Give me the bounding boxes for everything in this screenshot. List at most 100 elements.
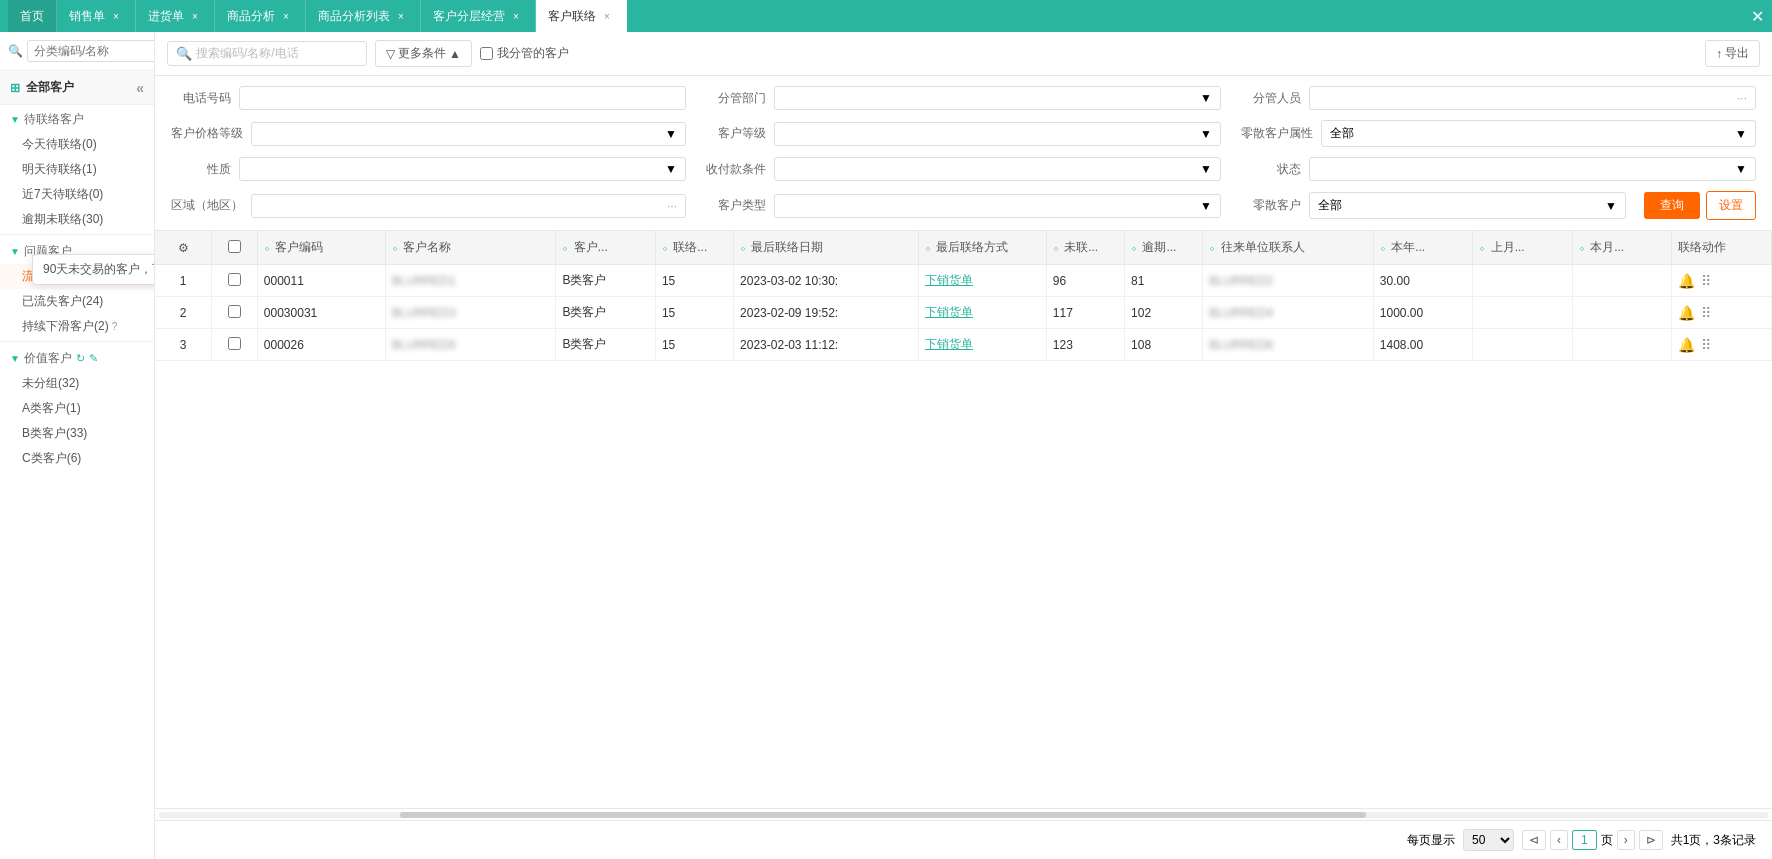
tab-customer-segment[interactable]: 客户分层经营 × bbox=[421, 0, 536, 32]
tab-customer-contact[interactable]: 客户联络 × bbox=[536, 0, 627, 32]
action-more-icon[interactable]: ⠿ bbox=[1701, 305, 1711, 321]
col-not-contacted[interactable]: ⬦ 未联... bbox=[1046, 231, 1124, 265]
prev-page-btn[interactable]: ‹ bbox=[1550, 830, 1568, 850]
scrollbar-thumb[interactable] bbox=[400, 812, 1365, 818]
sidebar-item-7days-pending[interactable]: 近7天待联络(0) bbox=[0, 182, 154, 207]
col-name[interactable]: ⬦ 客户名称 bbox=[385, 231, 556, 265]
col-last-date[interactable]: ⬦ 最后联络日期 bbox=[734, 231, 919, 265]
filter-status-select[interactable]: ▼ bbox=[1309, 157, 1756, 181]
per-page-select[interactable]: 50 100 200 bbox=[1463, 829, 1514, 851]
filter-region-select[interactable]: ··· bbox=[251, 194, 686, 218]
select-all-checkbox[interactable] bbox=[228, 240, 241, 253]
filter-payment-select[interactable]: ▼ bbox=[774, 157, 1221, 181]
tab-analysis-list-close[interactable]: × bbox=[394, 9, 408, 23]
col-overdue[interactable]: ⬦ 逾期... bbox=[1125, 231, 1203, 265]
filter-customer-level-select[interactable]: ▼ bbox=[774, 122, 1221, 146]
filter-scatter-attr-select[interactable]: 全部 ▼ bbox=[1321, 120, 1756, 147]
col-person[interactable]: ⬦ 往来单位联系人 bbox=[1203, 231, 1374, 265]
tab-analysis[interactable]: 商品分析 × bbox=[215, 0, 306, 32]
filter-phone-input[interactable] bbox=[239, 86, 686, 110]
col-settings[interactable]: ⚙ bbox=[155, 231, 212, 265]
col-last-month[interactable]: ⬦ 上月... bbox=[1473, 231, 1573, 265]
more-conditions-btn[interactable]: ▽ 更多条件 ▲ bbox=[375, 40, 472, 67]
sidebar-section-pending[interactable]: ▼ 待联络客户 bbox=[0, 105, 154, 132]
cell-last-way[interactable]: 下销货单 bbox=[918, 297, 1046, 329]
sidebar-search-input[interactable] bbox=[27, 40, 155, 62]
tab-customer-segment-close[interactable]: × bbox=[509, 9, 523, 23]
last-way-link[interactable]: 下销货单 bbox=[925, 305, 973, 319]
sidebar-collapse-btn[interactable]: « bbox=[136, 80, 144, 96]
sort-icon-person: ⬦ bbox=[1209, 242, 1215, 253]
tab-analysis-list[interactable]: 商品分析列表 × bbox=[306, 0, 421, 32]
sort-icon-this-year: ⬦ bbox=[1380, 242, 1386, 253]
sidebar-item-class-a[interactable]: A类客户(1) bbox=[0, 396, 154, 421]
cell-checkbox[interactable] bbox=[212, 297, 257, 329]
sidebar-item-churned[interactable]: 已流失客户(24) bbox=[0, 289, 154, 314]
sort-icon-this-month: ⬦ bbox=[1579, 242, 1585, 253]
col-this-year[interactable]: ⬦ 本年... bbox=[1373, 231, 1473, 265]
sidebar-item-overdue-pending[interactable]: 逾期未联络(30) bbox=[0, 207, 154, 232]
filter-scatter-customer-select[interactable]: 全部 ▼ bbox=[1309, 192, 1626, 219]
export-btn[interactable]: ↑ 导出 bbox=[1705, 40, 1760, 67]
scrollbar-track[interactable] bbox=[159, 812, 1768, 818]
settings-btn[interactable]: 设置 bbox=[1706, 191, 1756, 220]
filter-price-level-select[interactable]: ▼ bbox=[251, 122, 686, 146]
last-page-btn[interactable]: ⊳ bbox=[1639, 830, 1663, 850]
action-chat-icon[interactable]: 🔔 bbox=[1678, 273, 1695, 289]
filter-dept-select[interactable]: ▼ bbox=[774, 86, 1221, 110]
tab-sales[interactable]: 销售单 × bbox=[57, 0, 136, 32]
action-more-icon[interactable]: ⠿ bbox=[1701, 337, 1711, 353]
tab-purchase-label: 进货单 bbox=[148, 8, 184, 25]
first-page-btn[interactable]: ⊲ bbox=[1522, 830, 1546, 850]
cell-last-month bbox=[1473, 297, 1573, 329]
col-this-month[interactable]: ⬦ 本月... bbox=[1572, 231, 1672, 265]
row-checkbox-2[interactable] bbox=[228, 337, 241, 350]
my-customers-checkbox-label[interactable]: 我分管的客户 bbox=[480, 45, 569, 62]
tab-home[interactable]: 首页 bbox=[8, 0, 57, 32]
col-last-way[interactable]: ⬦ 最后联络方式 bbox=[918, 231, 1046, 265]
my-customers-checkbox[interactable] bbox=[480, 47, 493, 60]
row-checkbox-1[interactable] bbox=[228, 305, 241, 318]
tab-purchase[interactable]: 进货单 × bbox=[136, 0, 215, 32]
cell-person: BLURRED2 bbox=[1203, 265, 1374, 297]
col-code[interactable]: ⬦ 客户编码 bbox=[257, 231, 385, 265]
action-chat-icon[interactable]: 🔔 bbox=[1678, 337, 1695, 353]
tab-customer-contact-close[interactable]: × bbox=[600, 9, 614, 23]
sidebar-item-class-c[interactable]: C类客户(6) bbox=[0, 446, 154, 471]
last-way-link[interactable]: 下销货单 bbox=[925, 273, 973, 287]
sort-icon-overdue: ⬦ bbox=[1131, 242, 1137, 253]
row-checkbox-0[interactable] bbox=[228, 273, 241, 286]
sidebar-item-ungrouped[interactable]: 未分组(32) bbox=[0, 371, 154, 396]
window-close-btn[interactable]: ✕ bbox=[1751, 7, 1764, 26]
filter-person-select[interactable]: ··· bbox=[1309, 86, 1756, 110]
search-box[interactable]: 🔍 搜索编码/名称/电话 bbox=[167, 41, 367, 66]
sidebar-item-today-pending[interactable]: 今天待联络(0) bbox=[0, 132, 154, 157]
horizontal-scrollbar[interactable] bbox=[155, 808, 1772, 820]
action-more-icon[interactable]: ⠿ bbox=[1701, 273, 1711, 289]
action-chat-icon[interactable]: 🔔 bbox=[1678, 305, 1695, 321]
edit-icon[interactable]: ✎ bbox=[89, 352, 98, 365]
sidebar-item-tomorrow-pending[interactable]: 明天待联络(1) bbox=[0, 157, 154, 182]
tab-sales-close[interactable]: × bbox=[109, 9, 123, 23]
filter-customer-type-select[interactable]: ▼ bbox=[774, 194, 1221, 218]
query-btn[interactable]: 查询 bbox=[1644, 192, 1700, 219]
col-contact[interactable]: ⬦ 联络... bbox=[655, 231, 733, 265]
last-way-link[interactable]: 下销货单 bbox=[925, 337, 973, 351]
next-page-btn[interactable]: › bbox=[1617, 830, 1635, 850]
sidebar-all-customers[interactable]: ⊞ 全部客户 « bbox=[0, 71, 154, 105]
tab-analysis-close[interactable]: × bbox=[279, 9, 293, 23]
cell-last-way[interactable]: 下销货单 bbox=[918, 265, 1046, 297]
sidebar-item-declining[interactable]: 持续下滑客户(2) ? bbox=[0, 314, 154, 339]
col-type[interactable]: ⬦ 客户... bbox=[556, 231, 656, 265]
tab-purchase-close[interactable]: × bbox=[188, 9, 202, 23]
filter-scatter-customer-value: 全部 bbox=[1318, 197, 1342, 214]
filter-nature-select[interactable]: ▼ bbox=[239, 157, 686, 181]
col-last-date-label: 最后联络日期 bbox=[751, 240, 823, 254]
cell-checkbox[interactable] bbox=[212, 329, 257, 361]
cell-checkbox[interactable] bbox=[212, 265, 257, 297]
cell-last-way[interactable]: 下销货单 bbox=[918, 329, 1046, 361]
refresh-icon[interactable]: ↻ bbox=[76, 352, 85, 365]
col-checkbox-header[interactable] bbox=[212, 231, 257, 265]
sidebar-section-value[interactable]: ▼ 价值客户 ↻ ✎ bbox=[0, 344, 154, 371]
sidebar-item-class-b[interactable]: B类客户(33) bbox=[0, 421, 154, 446]
